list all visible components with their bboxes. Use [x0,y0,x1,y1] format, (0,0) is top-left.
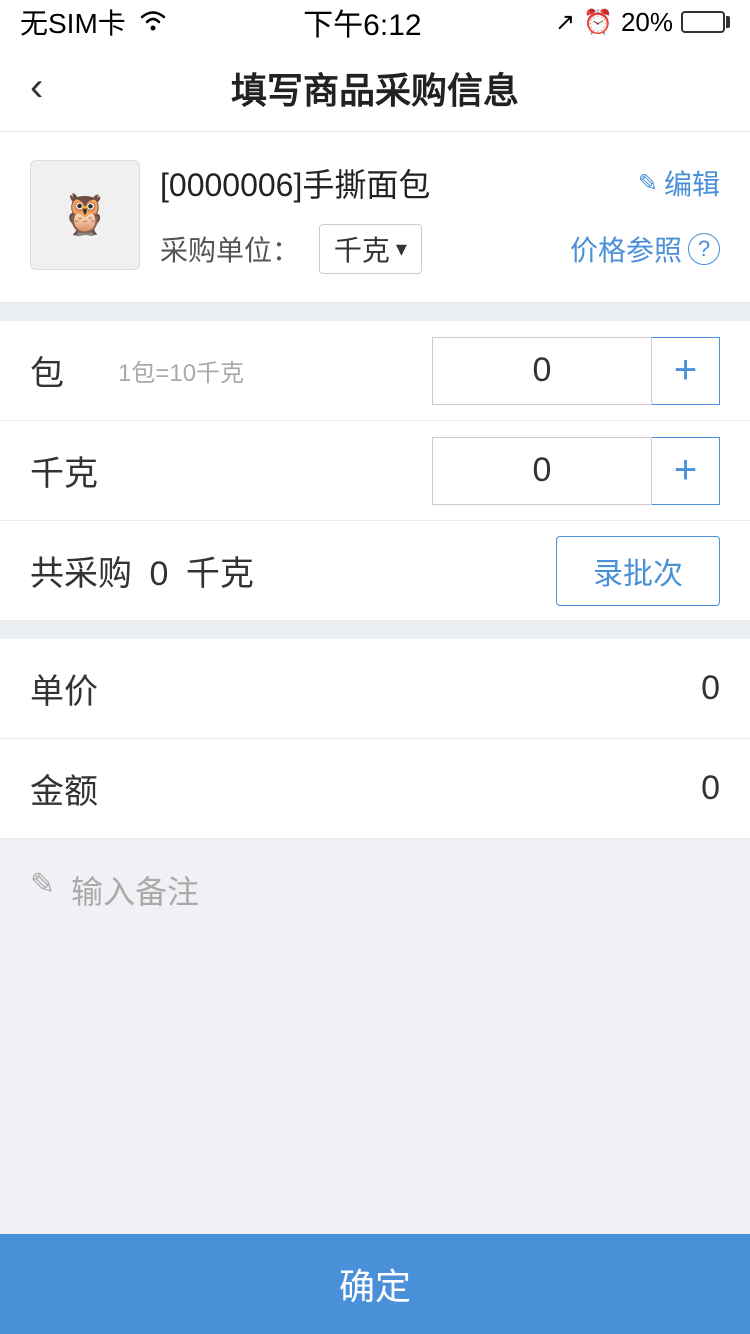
alarm-icon: ⏰ [583,8,613,37]
battery-icon [681,11,730,33]
page-title: 填写商品采购信息 [231,62,519,114]
edit-icon: ✎ [638,169,658,198]
bag-label: 包 [30,346,110,395]
unit-price-label: 单价 [30,664,98,713]
summary-row: 共采购 0 千克 录批次 [0,521,750,621]
amount-label: 金额 [30,764,98,813]
nav-bar: ‹ 填写商品采购信息 [0,44,750,132]
battery-percent: 20% [621,7,673,38]
bag-plus-button[interactable]: + [652,337,720,405]
kg-input-group: + [432,437,720,505]
amount-value: 0 [701,769,720,808]
remark-section[interactable]: ✎ 输入备注 [0,839,750,1019]
carrier-label: 无SIM卡 [20,2,126,42]
kg-quantity-input[interactable] [432,437,652,505]
pencil-icon: ✎ [30,867,55,902]
price-ref-button[interactable]: 价格参照 ? [570,229,720,269]
product-info: [0000006]手撕面包 ✎ 编辑 采购单位： 千克 ▾ 价格参照 ? [160,160,720,274]
product-thumbnail: 🦉 [30,160,140,270]
kg-label: 千克 [30,446,110,495]
price-info-section: 单价 0 金额 0 [0,639,750,839]
unit-select[interactable]: 千克 ▾ [319,224,422,274]
input-section: 包 1包=10千克 + 千克 + [0,321,750,521]
amount-row: 金额 0 [0,739,750,839]
unit-price-value: 0 [701,669,720,708]
unit-price-row: 单价 0 [0,639,750,739]
confirm-label: 确定 [339,1258,411,1310]
unit-label-group: 采购单位： 千克 ▾ [160,224,422,274]
bag-input-group: + [432,337,720,405]
status-left: 无SIM卡 [20,2,170,42]
edit-button[interactable]: ✎ 编辑 [638,163,720,203]
back-button[interactable]: ‹ [30,65,43,110]
summary-text: 共采购 0 千克 [30,546,254,595]
chevron-down-icon: ▾ [396,236,407,262]
unit-row: 采购单位： 千克 ▾ 价格参照 ? [160,224,720,274]
product-name: [0000006]手撕面包 [160,160,430,206]
bottom-spacer [0,1019,750,1119]
product-card: 🦉 [0000006]手撕面包 ✎ 编辑 采购单位： 千克 ▾ 价格参照 ? [0,132,750,303]
kg-quantity-row: 千克 + [0,421,750,521]
info-icon: ? [688,233,720,265]
remark-placeholder: 输入备注 [71,867,199,913]
status-time: 下午6:12 [303,0,421,44]
wifi-icon [136,6,170,39]
kg-plus-button[interactable]: + [652,437,720,505]
section-divider-1 [0,303,750,321]
unit-label: 采购单位： [160,235,300,266]
location-icon: ↗ [555,8,575,37]
section-divider-2 [0,621,750,639]
batch-button[interactable]: 录批次 [556,536,720,606]
bag-sublabel: 1包=10千克 [118,353,432,388]
product-name-row: [0000006]手撕面包 ✎ 编辑 [160,160,720,206]
status-right: ↗ ⏰ 20% [555,7,730,38]
bag-quantity-row: 包 1包=10千克 + [0,321,750,421]
summary-value: 0 [149,555,168,593]
bag-quantity-input[interactable] [432,337,652,405]
status-bar: 无SIM卡 下午6:12 ↗ ⏰ 20% [0,0,750,44]
confirm-button[interactable]: 确定 [0,1234,750,1334]
product-logo: 🦉 [60,195,110,235]
